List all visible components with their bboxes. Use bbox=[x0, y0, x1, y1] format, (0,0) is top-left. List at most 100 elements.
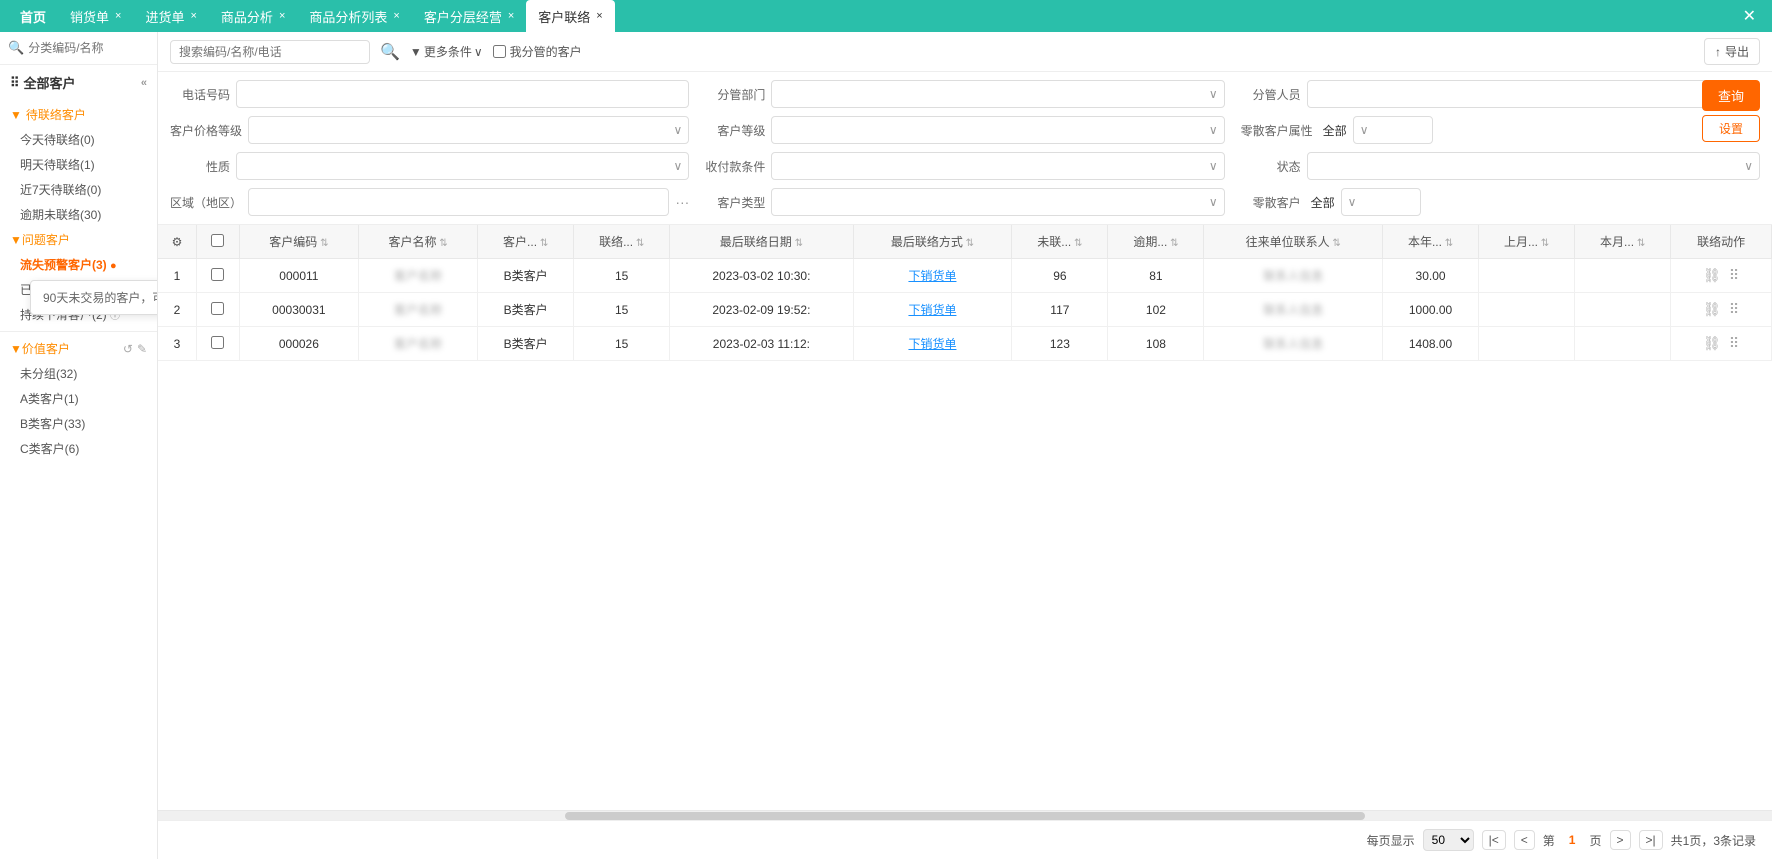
sidebar-item-churn-warning[interactable]: 流失预警客户(3) ● bbox=[0, 252, 157, 277]
row-checkbox[interactable] bbox=[211, 302, 224, 315]
tab-purchase[interactable]: 进货单 × bbox=[133, 0, 208, 32]
sidebar-item-c-customers[interactable]: C类客户(6) bbox=[0, 436, 157, 461]
filter-select-retail-attr[interactable]: ∨ bbox=[1353, 116, 1433, 144]
top-tabbar: 首页 销货单 × 进货单 × 商品分析 × 商品分析列表 × 客户分层经营 × … bbox=[0, 0, 1772, 32]
th-code[interactable]: 客户编码 bbox=[239, 225, 358, 259]
select-all-checkbox[interactable] bbox=[211, 234, 224, 247]
filter-my-customers-checkbox[interactable]: 我分管的客户 bbox=[493, 43, 582, 60]
filter-select-region[interactable] bbox=[248, 188, 669, 216]
action-more-icon[interactable]: ⠿ bbox=[1729, 267, 1739, 284]
filter-select-manager[interactable] bbox=[1307, 80, 1740, 108]
filter-select-customer-type[interactable]: ∨ bbox=[771, 188, 1224, 216]
tab-goods-analysis-list[interactable]: 商品分析列表 × bbox=[297, 0, 411, 32]
settings-icon[interactable]: ⚙ bbox=[172, 235, 183, 249]
contact-method-link[interactable]: 下销货单 bbox=[908, 269, 956, 283]
page-size-label: 每页显示 bbox=[1367, 832, 1415, 849]
filter-more-conditions-button[interactable]: ▼ 更多条件 ∨ bbox=[410, 43, 483, 60]
settings-button[interactable]: 设置 bbox=[1702, 115, 1760, 142]
first-page-button[interactable]: |< bbox=[1482, 830, 1506, 850]
cell-checkbox[interactable] bbox=[196, 327, 239, 361]
th-last-contact-method[interactable]: 最后联络方式 bbox=[853, 225, 1012, 259]
th-name[interactable]: 客户名称 bbox=[358, 225, 477, 259]
row-checkbox[interactable] bbox=[211, 336, 224, 349]
contact-method-link[interactable]: 下销货单 bbox=[908, 303, 956, 317]
prev-page-button[interactable]: < bbox=[1514, 830, 1535, 850]
tab-customer-contact[interactable]: 客户联络 × bbox=[526, 0, 614, 32]
cell-code: 000026 bbox=[239, 327, 358, 361]
filter-select-status[interactable]: ∨ bbox=[1307, 152, 1760, 180]
action-link-icon[interactable]: ⛓ bbox=[1703, 335, 1721, 352]
action-link-icon[interactable]: ⛓ bbox=[1703, 267, 1721, 284]
scrollbar-thumb[interactable] bbox=[565, 812, 1365, 820]
filter-search-input[interactable] bbox=[170, 40, 370, 64]
sidebar-all-customers[interactable]: ⠿ 全部客户 « bbox=[0, 65, 157, 100]
sidebar-item-ungroup[interactable]: 未分组(32) bbox=[0, 361, 157, 386]
th-last-month[interactable]: 上月... bbox=[1479, 225, 1575, 259]
table-row: 2 00030031 客户名称 B类客户 15 2023-02-09 19:52… bbox=[158, 293, 1772, 327]
query-button[interactable]: 查询 bbox=[1702, 80, 1760, 111]
tab-goods-analysis[interactable]: 商品分析 × bbox=[209, 0, 297, 32]
row-checkbox[interactable] bbox=[211, 268, 224, 281]
cell-checkbox[interactable] bbox=[196, 293, 239, 327]
edit-icon[interactable]: ✎ bbox=[137, 342, 147, 356]
sidebar-item-7days-contact[interactable]: 近7天待联络(0) bbox=[0, 177, 157, 202]
close-tab-purchase[interactable]: × bbox=[190, 10, 196, 22]
cell-last-contact-method[interactable]: 下销货单 bbox=[853, 327, 1012, 361]
cell-last-contact-method[interactable]: 下销货单 bbox=[853, 259, 1012, 293]
th-last-contact-date[interactable]: 最后联络日期 bbox=[670, 225, 853, 259]
arrow-down-icon: ▼ bbox=[10, 108, 22, 122]
page-size-select[interactable]: 50 100 bbox=[1423, 829, 1474, 851]
refresh-icon[interactable]: ↺ bbox=[123, 342, 133, 356]
filter-select-price-level[interactable]: ∨ bbox=[248, 116, 689, 144]
cell-checkbox[interactable] bbox=[196, 259, 239, 293]
th-overdue[interactable]: 逾期... bbox=[1108, 225, 1204, 259]
window-close-button[interactable]: ✕ bbox=[1735, 6, 1764, 26]
sidebar-item-overdue-contact[interactable]: 逾期未联络(30) bbox=[0, 202, 157, 227]
filter-select-retail-customer[interactable]: ∨ bbox=[1341, 188, 1421, 216]
sidebar-group-problem-customer[interactable]: ▼ 问题客户 bbox=[0, 227, 157, 252]
filter-select-payment[interactable]: ∨ bbox=[771, 152, 1224, 180]
filter-search-button[interactable]: 🔍 bbox=[380, 42, 400, 62]
close-tab-goods-analysis[interactable]: × bbox=[279, 10, 285, 22]
sidebar-item-today-contact[interactable]: 今天待联络(0) bbox=[0, 127, 157, 152]
close-tab-customer-layer[interactable]: × bbox=[508, 10, 514, 22]
tab-home[interactable]: 首页 bbox=[8, 0, 58, 32]
action-more-icon[interactable]: ⠿ bbox=[1729, 335, 1739, 352]
th-contact-person[interactable]: 往来单位联系人 bbox=[1204, 225, 1383, 259]
contact-method-link[interactable]: 下销货单 bbox=[908, 337, 956, 351]
sidebar-group-pending-contact[interactable]: ▼ 待联络客户 bbox=[0, 100, 157, 127]
th-contact-count[interactable]: 联络... bbox=[574, 225, 670, 259]
close-tab-customer-contact[interactable]: × bbox=[596, 10, 602, 22]
sidebar-item-b-customers[interactable]: B类客户(33) bbox=[0, 411, 157, 436]
action-link-icon[interactable]: ⛓ bbox=[1703, 301, 1721, 318]
sidebar-search-input[interactable] bbox=[28, 41, 149, 55]
more-dot-region[interactable]: ··· bbox=[675, 194, 689, 210]
tab-sales[interactable]: 销货单 × bbox=[58, 0, 133, 32]
th-this-month[interactable]: 本月... bbox=[1575, 225, 1671, 259]
sidebar-group-value-customer[interactable]: ▼ 价值客户 ↺ ✎ bbox=[0, 336, 157, 361]
my-customers-check[interactable] bbox=[493, 45, 506, 58]
cell-last-contact-method[interactable]: 下销货单 bbox=[853, 293, 1012, 327]
th-this-year[interactable]: 本年... bbox=[1383, 225, 1479, 259]
th-actions: 联络动作 bbox=[1671, 225, 1772, 259]
filter-select-customer-level[interactable]: ∨ bbox=[771, 116, 1224, 144]
th-not-contact[interactable]: 未联... bbox=[1012, 225, 1108, 259]
export-button[interactable]: ↑ 导出 bbox=[1704, 38, 1760, 65]
horizontal-scrollbar[interactable] bbox=[158, 810, 1772, 820]
last-page-button[interactable]: >| bbox=[1639, 830, 1663, 850]
filter-select-gender[interactable]: ∨ bbox=[236, 152, 689, 180]
cell-overdue: 108 bbox=[1108, 327, 1204, 361]
th-level[interactable]: 客户... bbox=[478, 225, 574, 259]
sidebar-item-tomorrow-contact[interactable]: 明天待联络(1) bbox=[0, 152, 157, 177]
filter-select-dept[interactable]: ∨ bbox=[771, 80, 1224, 108]
close-tab-sales[interactable]: × bbox=[115, 10, 121, 22]
next-page-button[interactable]: > bbox=[1610, 830, 1631, 850]
cell-level: B类客户 bbox=[478, 293, 574, 327]
filter-input-phone[interactable] bbox=[236, 80, 689, 108]
filter-label-region: 区域（地区） bbox=[170, 194, 242, 211]
close-tab-goods-analysis-list[interactable]: × bbox=[393, 10, 399, 22]
filter-label-retail-attr: 零散客户属性 bbox=[1241, 122, 1313, 139]
action-more-icon[interactable]: ⠿ bbox=[1729, 301, 1739, 318]
tab-customer-layer[interactable]: 客户分层经营 × bbox=[412, 0, 526, 32]
sidebar-item-a-customers[interactable]: A类客户(1) bbox=[0, 386, 157, 411]
